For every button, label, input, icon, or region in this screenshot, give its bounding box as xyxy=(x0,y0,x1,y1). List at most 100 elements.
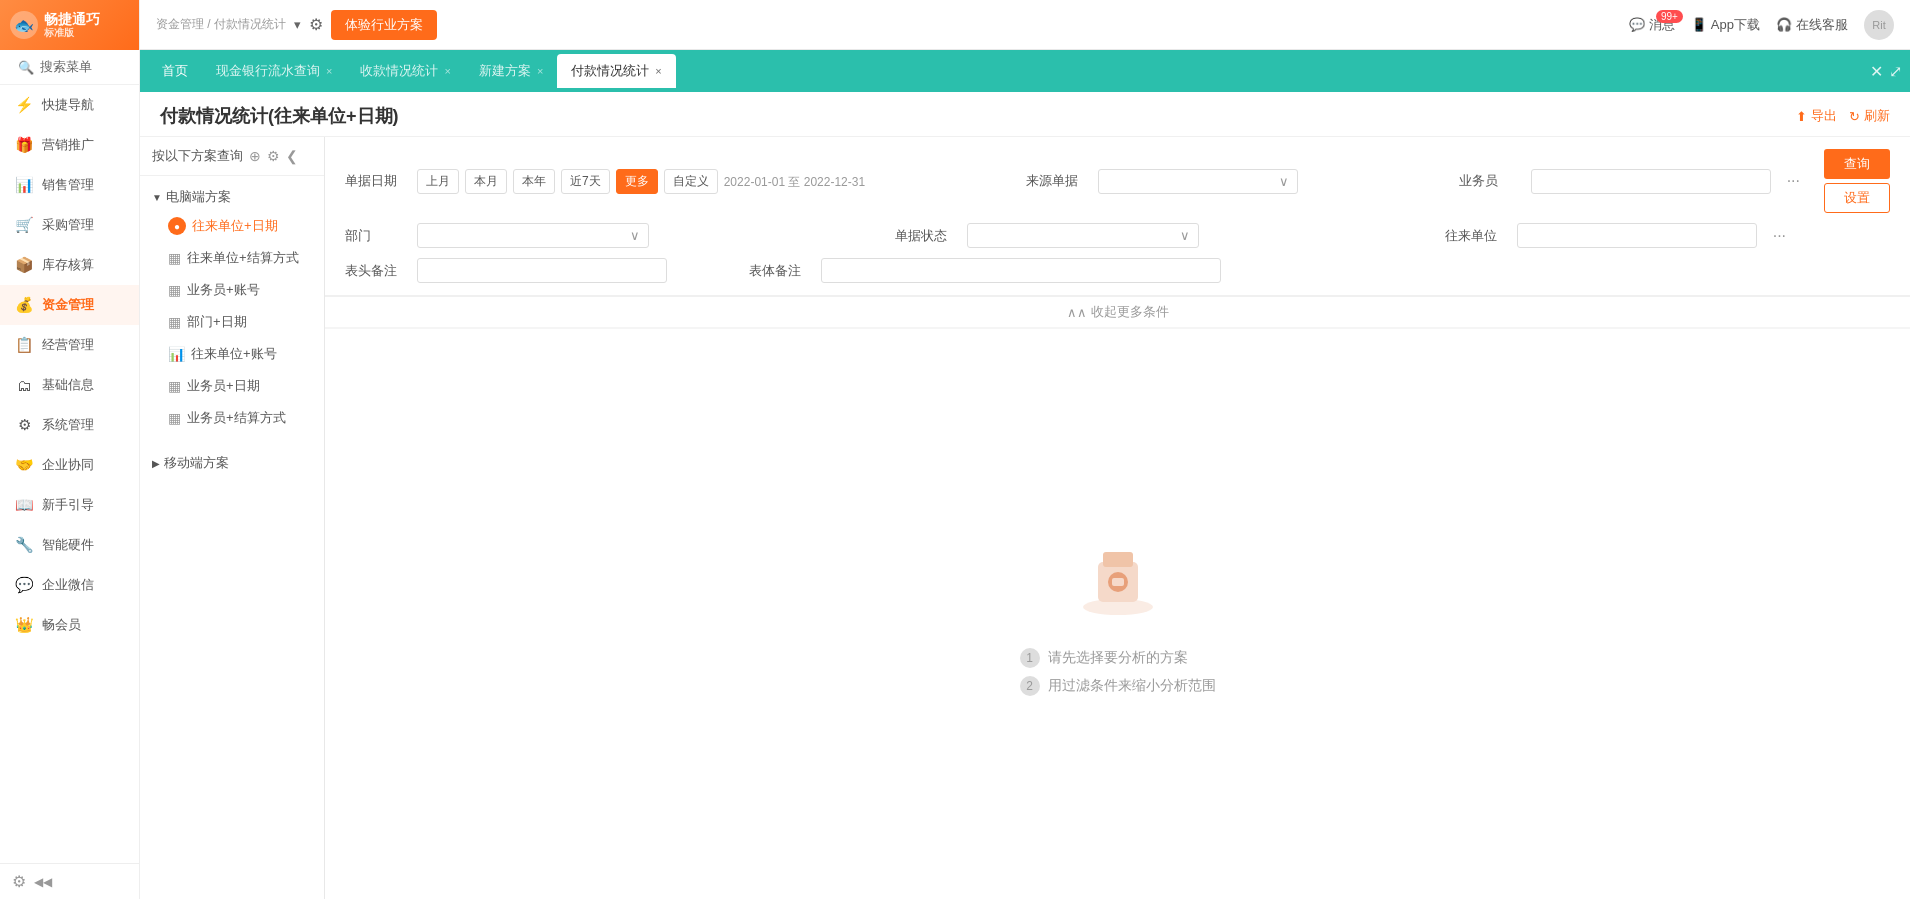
date-btn-7days[interactable]: 近7天 xyxy=(561,169,610,194)
sidebar-item-marketing[interactable]: 🎁 营销推广 xyxy=(0,125,139,165)
sidebar-item-quick-nav[interactable]: ⚡ 快捷导航 xyxy=(0,85,139,125)
basic-info-icon: 🗂 xyxy=(14,375,34,395)
partner-more-icon[interactable]: ··· xyxy=(1773,227,1786,245)
settings-button[interactable]: 设置 xyxy=(1824,183,1890,213)
scheme-item-staff-settlement[interactable]: ▦ 业务员+结算方式 xyxy=(140,402,324,434)
sidebar-item-guide[interactable]: 📖 新手引导 xyxy=(0,485,139,525)
breadcrumb-dropdown-icon[interactable]: ▾ xyxy=(294,17,301,32)
partner-input[interactable] xyxy=(1517,223,1757,248)
table-icon-4: ▦ xyxy=(168,378,181,394)
tip-text-1: 请先选择要分析的方案 xyxy=(1048,649,1188,667)
sidebar-item-system[interactable]: ⚙ 系统管理 xyxy=(0,405,139,445)
operations-icon: 📋 xyxy=(14,335,34,355)
empty-illustration xyxy=(1068,532,1168,632)
tip-num-1: 1 xyxy=(1020,648,1040,668)
tab-close-all-icon[interactable]: ✕ xyxy=(1870,62,1883,81)
sidebar-item-cooperation[interactable]: 🤝 企业协同 xyxy=(0,445,139,485)
sidebar: 🐟 畅捷通巧 标准版 🔍 搜索菜单 ⚡ 快捷导航 🎁 营销推广 📊 销售管理 🛒… xyxy=(0,0,140,899)
collapse-conditions-button[interactable]: ∧∧ 收起更多条件 xyxy=(1067,303,1169,321)
tab-home-label: 首页 xyxy=(162,62,188,80)
bottom-settings-icon[interactable]: ⚙ xyxy=(12,872,26,891)
sidebar-item-purchase[interactable]: 🛒 采购管理 xyxy=(0,205,139,245)
online-service-item[interactable]: 🎧 在线客服 xyxy=(1776,16,1848,34)
sidebar-item-inventory[interactable]: 📦 库存核算 xyxy=(0,245,139,285)
date-btn-more[interactable]: 更多 xyxy=(616,169,658,194)
inventory-icon: 📦 xyxy=(14,255,34,275)
tab-fullscreen-icon[interactable]: ⤢ xyxy=(1889,62,1902,81)
collapse-scheme-icon[interactable]: ❮ xyxy=(286,148,298,164)
scheme-item-staff-account[interactable]: ▦ 业务员+账号 xyxy=(140,274,324,306)
avatar[interactable]: Rit xyxy=(1864,10,1894,40)
sidebar-bottom: ⚙ ◀◀ xyxy=(0,863,139,899)
filter-row-2: 部门 ∨ 单据状态 ∨ 往来单位 ··· xyxy=(345,223,1890,248)
sidebar-item-hardware[interactable]: 🔧 智能硬件 xyxy=(0,525,139,565)
sidebar-item-label: 企业协同 xyxy=(42,456,94,474)
logo-icon: 🐟 xyxy=(10,11,38,39)
scheme-item-partner-account[interactable]: 📊 往来单位+账号 xyxy=(140,338,324,370)
query-button[interactable]: 查询 xyxy=(1824,149,1890,179)
sidebar-collapse-icon[interactable]: ◀◀ xyxy=(34,875,52,889)
refresh-button[interactable]: ↻ 刷新 xyxy=(1849,107,1890,125)
date-btn-this-year[interactable]: 本年 xyxy=(513,169,555,194)
date-btn-custom[interactable]: 自定义 xyxy=(664,169,718,194)
tip-text-2: 用过滤条件来缩小分析范围 xyxy=(1048,677,1216,695)
scheme-panel-title: 按以下方案查询 xyxy=(152,147,243,165)
scheme-section-mobile-header[interactable]: ▶ 移动端方案 xyxy=(140,450,324,476)
date-btn-this-month[interactable]: 本月 xyxy=(465,169,507,194)
table-body-note-input[interactable] xyxy=(821,258,1221,283)
mobile-arrow-icon: ▶ xyxy=(152,458,160,469)
sidebar-item-label: 智能硬件 xyxy=(42,536,94,554)
content-area: 按以下方案查询 ⊕ ⚙ ❮ ▼ 电脑端方案 ● 往来单位+日期 ▦ 往来单位+结… xyxy=(140,137,1910,899)
scheme-item-partner-settlement[interactable]: ▦ 往来单位+结算方式 xyxy=(140,242,324,274)
tab-receipt-stats[interactable]: 收款情况统计 × xyxy=(346,54,464,88)
search-menu-label: 搜索菜单 xyxy=(40,58,92,76)
topbar-gear-icon[interactable]: ⚙ xyxy=(309,15,323,34)
table-icon-1: ▦ xyxy=(168,250,181,266)
sidebar-item-sales[interactable]: 📊 销售管理 xyxy=(0,165,139,205)
source-voucher-select[interactable]: ∨ xyxy=(1098,169,1298,194)
staff-more-icon[interactable]: ··· xyxy=(1787,172,1800,190)
scheme-item-partner-date[interactable]: ● 往来单位+日期 xyxy=(140,210,324,242)
app-download-item[interactable]: 📱 App下载 xyxy=(1691,16,1760,34)
partner-date-active-icon: ● xyxy=(168,217,186,235)
sales-icon: 📊 xyxy=(14,175,34,195)
scheme-item-staff-date[interactable]: ▦ 业务员+日期 xyxy=(140,370,324,402)
scheme-section-desktop-header[interactable]: ▼ 电脑端方案 xyxy=(140,184,324,210)
source-voucher-label: 来源单据 xyxy=(1026,172,1082,190)
logo-name: 畅捷通巧 xyxy=(44,11,100,28)
export-button[interactable]: ⬆ 导出 xyxy=(1796,107,1837,125)
messages-item[interactable]: 💬 消息 99+ xyxy=(1629,16,1675,34)
sidebar-item-basic-info[interactable]: 🗂 基础信息 xyxy=(0,365,139,405)
add-scheme-icon[interactable]: ⊕ xyxy=(249,148,261,164)
table-head-note-input[interactable] xyxy=(417,258,667,283)
refresh-icon: ↻ xyxy=(1849,109,1860,124)
trial-button[interactable]: 体验行业方案 xyxy=(331,10,437,40)
search-menu-item[interactable]: 🔍 搜索菜单 xyxy=(0,50,139,85)
tab-new-scheme-close-icon[interactable]: × xyxy=(537,65,543,77)
dept-select[interactable]: ∨ xyxy=(417,223,649,248)
scheme-item-dept-date[interactable]: ▦ 部门+日期 xyxy=(140,306,324,338)
tab-new-scheme-label: 新建方案 xyxy=(479,62,531,80)
tab-bank-flow-close-icon[interactable]: × xyxy=(326,65,332,77)
staff-input[interactable] xyxy=(1531,169,1771,194)
topbar-right: 💬 消息 99+ 📱 App下载 🎧 在线客服 Rit xyxy=(1629,10,1894,40)
tab-home[interactable]: 首页 xyxy=(148,54,202,88)
date-range-display: 2022-01-01 至 2022-12-31 xyxy=(724,174,865,191)
date-btn-last-month[interactable]: 上月 xyxy=(417,169,459,194)
tab-new-scheme[interactable]: 新建方案 × xyxy=(465,54,557,88)
sidebar-item-member[interactable]: 👑 畅会员 xyxy=(0,605,139,645)
settings-scheme-icon[interactable]: ⚙ xyxy=(267,148,280,164)
tab-bank-flow[interactable]: 现金银行流水查询 × xyxy=(202,54,346,88)
sidebar-item-wechat[interactable]: 💬 企业微信 xyxy=(0,565,139,605)
wechat-icon: 💬 xyxy=(14,575,34,595)
tab-payment-stats[interactable]: 付款情况统计 × xyxy=(557,54,675,88)
sidebar-item-label: 快捷导航 xyxy=(42,96,94,114)
tab-receipt-stats-close-icon[interactable]: × xyxy=(444,65,450,77)
sidebar-item-label: 经营管理 xyxy=(42,336,94,354)
sidebar-item-finance[interactable]: 💰 资金管理 xyxy=(0,285,139,325)
sidebar-item-label: 库存核算 xyxy=(42,256,94,274)
voucher-status-select[interactable]: ∨ xyxy=(967,223,1199,248)
filter-collapse-bar: ∧∧ 收起更多条件 xyxy=(325,296,1910,327)
tab-payment-stats-close-icon[interactable]: × xyxy=(655,65,661,77)
sidebar-item-operations[interactable]: 📋 经营管理 xyxy=(0,325,139,365)
